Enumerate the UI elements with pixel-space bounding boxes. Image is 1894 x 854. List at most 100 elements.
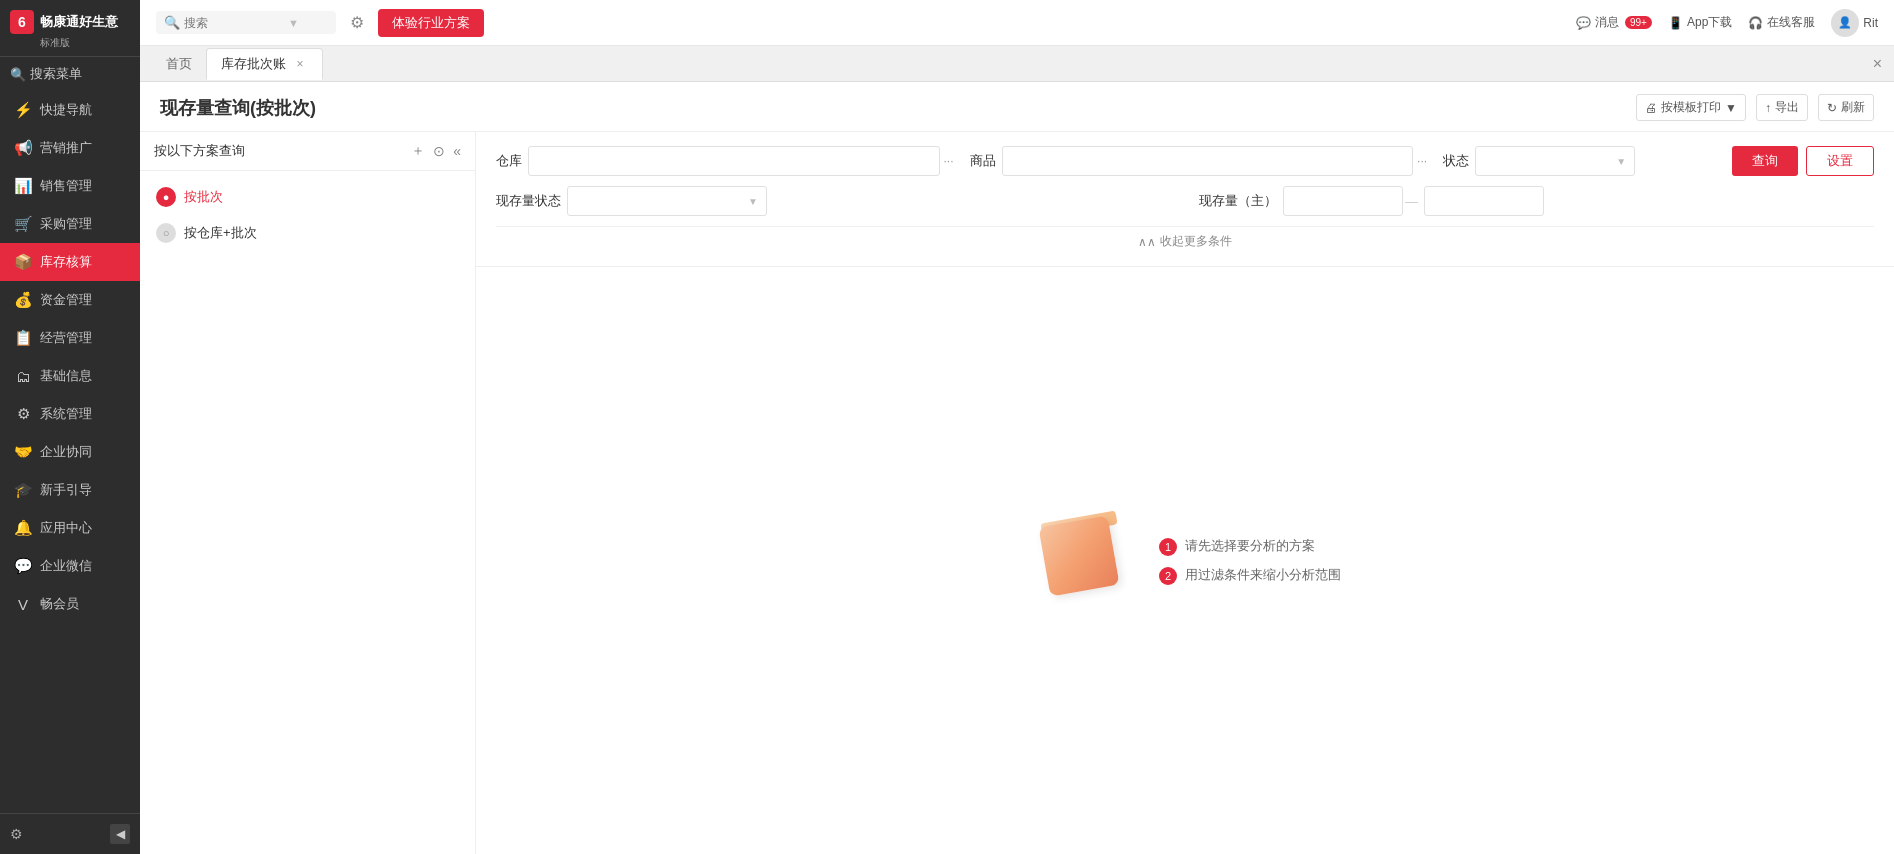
add-scheme-btn[interactable]: ＋ — [411, 142, 425, 160]
sidebar-item-vip[interactable]: V 畅会员 — [0, 585, 140, 623]
sidebar-item-finance[interactable]: 💰 资金管理 — [0, 281, 140, 319]
sidebar-item-guide[interactable]: 🎓 新手引导 — [0, 471, 140, 509]
box-shape — [1038, 515, 1119, 596]
sidebar-item-label: 经营管理 — [40, 329, 92, 347]
empty-illustration — [1029, 511, 1129, 611]
sidebar-collapse-btn[interactable]: ◀ — [110, 824, 130, 844]
app-name: 畅康通好生意 — [40, 13, 118, 31]
sidebar-item-label: 系统管理 — [40, 405, 92, 423]
left-panel-icons: ＋ ⊙ « — [411, 142, 461, 160]
messages-item[interactable]: 💬 消息 99+ — [1576, 14, 1652, 31]
user-label: Rit — [1863, 16, 1878, 30]
topbar-search-area[interactable]: 🔍 ▼ — [156, 11, 336, 34]
online-service-label: 在线客服 — [1767, 14, 1815, 31]
logo-row: 6 畅康通好生意 — [10, 10, 130, 34]
sidebar-item-operation[interactable]: 📋 经营管理 — [0, 319, 140, 357]
filter-actions: 查询 设置 — [1732, 146, 1874, 176]
sidebar-item-apps[interactable]: 🔔 应用中心 — [0, 509, 140, 547]
product-input[interactable] — [1002, 146, 1414, 176]
topbar-gear-icon[interactable]: ⚙ — [350, 13, 364, 32]
export-btn[interactable]: ↑ 导出 — [1756, 94, 1808, 121]
tip-num-1: 1 — [1159, 538, 1177, 556]
empty-tip-1: 1 请先选择要分析的方案 — [1159, 537, 1341, 556]
sidebar-item-system[interactable]: ⚙ 系统管理 — [0, 395, 140, 433]
sidebar-item-label: 快捷导航 — [40, 101, 92, 119]
refresh-label: 刷新 — [1841, 99, 1865, 116]
app-download-label: App下载 — [1687, 14, 1732, 31]
search-menu-item[interactable]: 🔍 搜索菜单 — [0, 57, 140, 91]
app-download-item[interactable]: 📱 App下载 — [1668, 14, 1732, 31]
sidebar-item-purchase[interactable]: 🛒 采购管理 — [0, 205, 140, 243]
collapse-more-btn[interactable]: ∧∧ 收起更多条件 — [496, 226, 1874, 256]
sidebar-item-inventory[interactable]: 📦 库存核算 — [0, 243, 140, 281]
stock-status-field: 现存量状态 ▼ — [496, 186, 1171, 216]
status-label: 状态 — [1443, 152, 1469, 170]
sidebar-item-marketing[interactable]: 📢 营销推广 — [0, 129, 140, 167]
scheme-settings-btn[interactable]: ⊙ — [433, 143, 445, 159]
app-download-icon: 📱 — [1668, 16, 1683, 30]
product-more-btn[interactable]: ··· — [1413, 152, 1431, 170]
tab-home-label: 首页 — [166, 55, 192, 73]
tab-close-btn[interactable]: × — [292, 56, 308, 72]
scheme-collapse-btn[interactable]: « — [453, 143, 461, 159]
sidebar-bottom: ⚙ ◀ — [0, 813, 140, 854]
topbar-right: 💬 消息 99+ 📱 App下载 🎧 在线客服 👤 Rit — [1576, 9, 1878, 37]
tip-num-2: 2 — [1159, 567, 1177, 585]
export-label: 导出 — [1775, 99, 1799, 116]
sidebar-item-wechat[interactable]: 💬 企业微信 — [0, 547, 140, 585]
sidebar-item-basic[interactable]: 🗂 基础信息 — [0, 357, 140, 395]
export-icon: ↑ — [1765, 101, 1771, 115]
warehouse-input[interactable] — [528, 146, 940, 176]
online-service-item[interactable]: 🎧 在线客服 — [1748, 14, 1815, 31]
query-btn[interactable]: 查询 — [1732, 146, 1798, 176]
user-item[interactable]: 👤 Rit — [1831, 9, 1878, 37]
status-field: 状态 ▼ — [1443, 146, 1720, 176]
tab-panel-close-btn[interactable]: × — [1873, 55, 1882, 73]
scheme-icon-gray: ○ — [156, 223, 176, 243]
quick-nav-icon: ⚡ — [14, 101, 32, 119]
filter-area: 仓库 ··· 商品 ··· 状态 — [476, 132, 1894, 267]
print-icon: 🖨 — [1645, 101, 1657, 115]
sales-icon: 📊 — [14, 177, 32, 195]
product-label: 商品 — [970, 152, 996, 170]
trial-btn[interactable]: 体验行业方案 — [378, 9, 484, 37]
page-header: 现存量查询(按批次) 🖨 按模板打印 ▼ ↑ 导出 ↻ 刷新 — [140, 82, 1894, 132]
status-select[interactable]: ▼ — [1475, 146, 1635, 176]
settings-btn[interactable]: 设置 — [1806, 146, 1874, 176]
sidebar-item-enterprise[interactable]: 🤝 企业协同 — [0, 433, 140, 471]
page-title: 现存量查询(按批次) — [160, 96, 316, 120]
stock-status-select[interactable]: ▼ — [567, 186, 767, 216]
tab-inventory-batch-label: 库存批次账 — [221, 55, 286, 73]
messages-badge: 99+ — [1625, 16, 1652, 29]
scheme-list: ● 按批次 ○ 按仓库+批次 — [140, 171, 475, 259]
stock-amount-max-input[interactable] — [1424, 186, 1544, 216]
tab-home[interactable]: 首页 — [152, 49, 206, 79]
stock-amount-label: 现存量（主） — [1199, 192, 1277, 210]
wechat-icon: 💬 — [14, 557, 32, 575]
print-dropdown-icon[interactable]: ▼ — [1725, 101, 1737, 115]
stock-amount-min-input[interactable] — [1283, 186, 1403, 216]
logo-icon: 6 — [10, 10, 34, 34]
topbar-search-input[interactable] — [184, 16, 284, 30]
sidebar-item-quick-nav[interactable]: ⚡ 快捷导航 — [0, 91, 140, 129]
sidebar-item-label: 应用中心 — [40, 519, 92, 537]
sidebar-header: 6 畅康通好生意 标准版 — [0, 0, 140, 57]
topbar-dropdown-icon[interactable]: ▼ — [288, 17, 299, 29]
print-template-btn[interactable]: 🖨 按模板打印 ▼ — [1636, 94, 1746, 121]
refresh-btn[interactable]: ↻ 刷新 — [1818, 94, 1874, 121]
headset-icon: 🎧 — [1748, 16, 1763, 30]
sidebar-item-label: 营销推广 — [40, 139, 92, 157]
sidebar-item-label: 库存核算 — [40, 253, 92, 271]
operation-icon: 📋 — [14, 329, 32, 347]
sidebar-item-label: 企业微信 — [40, 557, 92, 575]
sidebar-settings-btn[interactable]: ⚙ — [10, 826, 23, 842]
page-header-actions: 🖨 按模板打印 ▼ ↑ 导出 ↻ 刷新 — [1636, 94, 1874, 121]
tab-inventory-batch[interactable]: 库存批次账 × — [206, 48, 323, 80]
system-icon: ⚙ — [14, 405, 32, 423]
scheme-item-by-batch[interactable]: ● 按批次 — [140, 179, 475, 215]
topbar: 🔍 ▼ ⚙ 体验行业方案 💬 消息 99+ 📱 App下载 🎧 在线客服 👤 — [140, 0, 1894, 46]
sidebar-item-sales[interactable]: 📊 销售管理 — [0, 167, 140, 205]
warehouse-more-btn[interactable]: ··· — [940, 152, 958, 170]
scheme-item-by-warehouse-batch[interactable]: ○ 按仓库+批次 — [140, 215, 475, 251]
collapse-btn-label: 收起更多条件 — [1160, 233, 1232, 250]
